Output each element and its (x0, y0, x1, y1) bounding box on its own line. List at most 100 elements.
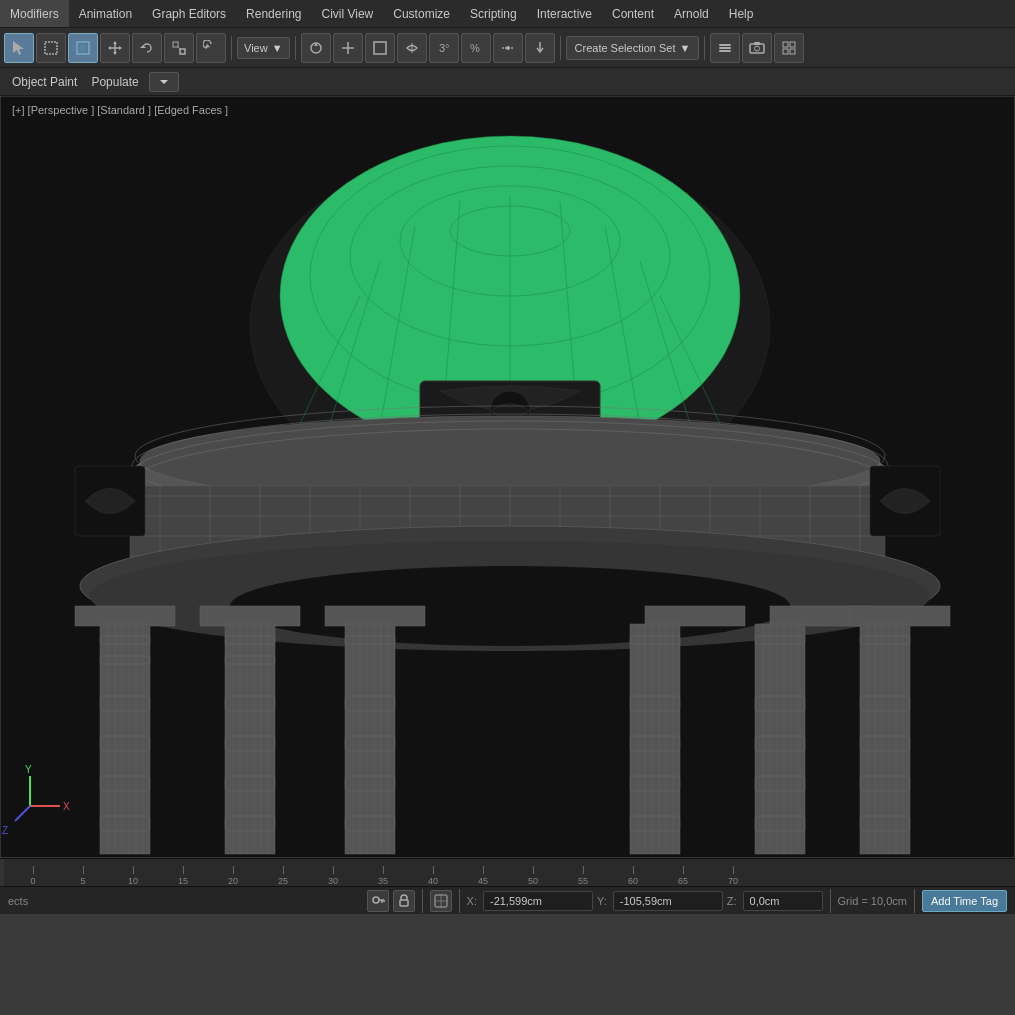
svg-marker-6 (113, 41, 117, 44)
toolbar-right-icons (710, 33, 804, 63)
move-tool-btn[interactable] (100, 33, 130, 63)
svg-marker-9 (119, 46, 122, 50)
status-sep2 (459, 889, 460, 913)
scene-svg: X Y Z (0, 96, 1015, 858)
menu-item-customize[interactable]: Customize (383, 0, 460, 27)
tick-55: 55 (558, 866, 608, 886)
toolbar-sep-4 (704, 36, 705, 60)
svg-rect-84 (75, 606, 175, 626)
status-sep (422, 889, 423, 913)
svg-rect-19 (374, 42, 386, 54)
svg-rect-152 (860, 624, 910, 854)
z-coord-field[interactable]: 0,0cm (743, 891, 823, 911)
sub-toolbar-dropdown[interactable] (149, 72, 179, 92)
menu-item-arnold[interactable]: Arnold (664, 0, 719, 27)
camera-btn[interactable] (742, 33, 772, 63)
navigate-btn[interactable] (301, 33, 331, 63)
tick-25: 25 (258, 866, 308, 886)
x-coord-field[interactable]: -21,599cm (483, 891, 593, 911)
svg-rect-27 (719, 50, 731, 52)
rectangular-select-btn[interactable] (36, 33, 66, 63)
main-toolbar: View ▼ 3° % Create Selection Set ▼ (0, 28, 1015, 68)
region-select-btn[interactable] (68, 33, 98, 63)
view-dropdown[interactable]: View ▼ (237, 37, 290, 59)
axis-icon[interactable] (430, 890, 452, 912)
snap-toggle-btn[interactable] (493, 33, 523, 63)
tick-65: 65 (658, 866, 708, 886)
create-selection-set-btn[interactable]: Create Selection Set ▼ (566, 36, 700, 60)
menu-item-graph-editors[interactable]: Graph Editors (142, 0, 236, 27)
layer-btn[interactable] (710, 33, 740, 63)
pan-btn[interactable] (333, 33, 363, 63)
orbit-btn[interactable] (397, 33, 427, 63)
select-tool-btn[interactable] (4, 33, 34, 63)
svg-rect-1 (45, 42, 57, 54)
pin-btn[interactable] (525, 33, 555, 63)
status-sep3 (830, 889, 831, 913)
tick-20: 20 (208, 866, 258, 886)
menu-item-scripting[interactable]: Scripting (460, 0, 527, 27)
project-label: ects (8, 895, 28, 907)
svg-rect-89 (850, 606, 950, 626)
lock-icon[interactable] (393, 890, 415, 912)
svg-rect-11 (173, 42, 178, 47)
populate-btn[interactable]: Populate (87, 73, 142, 91)
add-time-tag-btn[interactable]: Add Time Tag (922, 890, 1007, 912)
menu-item-help[interactable]: Help (719, 0, 764, 27)
timeline-ruler[interactable]: 0 5 10 15 20 25 30 35 (4, 859, 1015, 886)
angle-snap-btn[interactable]: 3° (429, 33, 459, 63)
menu-item-modifiers[interactable]: Modifiers (0, 0, 69, 27)
grid-btn[interactable] (774, 33, 804, 63)
svg-rect-26 (719, 47, 731, 49)
svg-marker-14 (205, 44, 210, 48)
svg-marker-8 (108, 46, 111, 50)
undo-btn[interactable] (196, 33, 226, 63)
tick-60: 60 (608, 866, 658, 886)
viewport-label: [+] [Perspective ] [Standard ] [Edged Fa… (12, 104, 228, 116)
zoom-btn[interactable] (365, 33, 395, 63)
svg-rect-12 (180, 49, 185, 54)
svg-rect-31 (783, 42, 788, 47)
menu-item-civil-view[interactable]: Civil View (311, 0, 383, 27)
percent-btn[interactable]: % (461, 33, 491, 63)
grid-label: Grid = 10,0cm (838, 895, 907, 907)
key-icon[interactable] (367, 890, 389, 912)
menu-bar: Modifiers Animation Graph Editors Render… (0, 0, 1015, 28)
svg-rect-128 (630, 624, 680, 854)
z-label: Z: (727, 895, 737, 907)
svg-rect-87 (645, 606, 745, 626)
svg-text:X: X (63, 801, 70, 812)
tick-30: 30 (308, 866, 358, 886)
tick-40: 40 (408, 866, 458, 886)
tick-35: 35 (358, 866, 408, 886)
svg-point-29 (755, 46, 760, 51)
svg-rect-30 (754, 42, 760, 45)
svg-text:3°: 3° (439, 42, 450, 54)
object-paint-btn[interactable]: Object Paint (8, 73, 81, 91)
svg-rect-116 (345, 624, 395, 854)
viewport: [+] [Perspective ] [Standard ] [Edged Fa… (0, 96, 1015, 858)
svg-rect-103 (225, 624, 275, 854)
tick-10: 10 (108, 866, 158, 886)
menu-item-interactive[interactable]: Interactive (527, 0, 602, 27)
tick-50: 50 (508, 866, 558, 886)
timeline: 0 5 10 15 20 25 30 35 (0, 858, 1015, 886)
rotate-tool-btn[interactable] (132, 33, 162, 63)
svg-rect-32 (790, 42, 795, 47)
menu-item-rendering[interactable]: Rendering (236, 0, 311, 27)
svg-rect-34 (790, 49, 795, 54)
y-label: Y: (597, 895, 607, 907)
svg-point-173 (373, 897, 379, 903)
tick-5: 5 (58, 866, 108, 886)
svg-rect-86 (325, 606, 425, 626)
svg-rect-28 (750, 44, 764, 53)
y-coord-field[interactable]: -105,59cm (613, 891, 723, 911)
svg-rect-33 (783, 49, 788, 54)
menu-item-content[interactable]: Content (602, 0, 664, 27)
toolbar-sep-1 (231, 36, 232, 60)
toolbar-sep-2 (295, 36, 296, 60)
svg-rect-140 (755, 624, 805, 854)
svg-marker-35 (160, 80, 168, 84)
scale-tool-btn[interactable] (164, 33, 194, 63)
menu-item-animation[interactable]: Animation (69, 0, 142, 27)
